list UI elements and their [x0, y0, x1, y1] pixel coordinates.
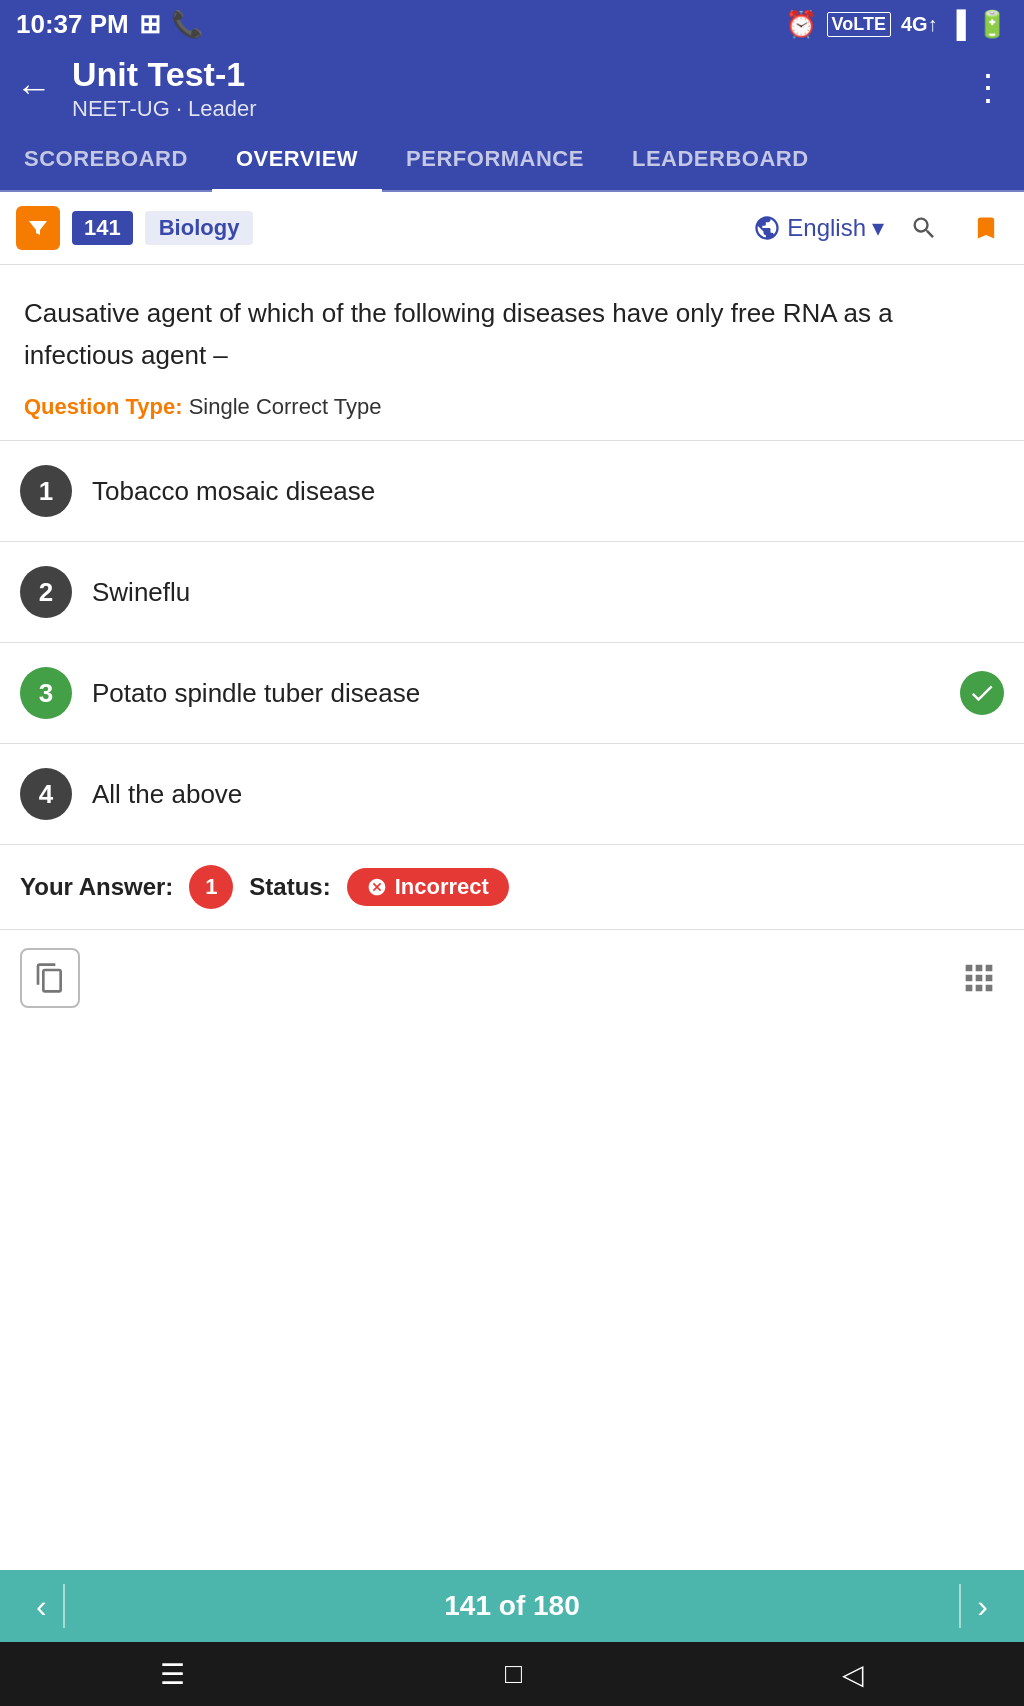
option-2-text: Swineflu — [92, 577, 1004, 608]
tab-scoreboard[interactable]: SCOREBOARD — [0, 128, 212, 190]
copy-button[interactable] — [20, 948, 80, 1008]
android-menu-button[interactable]: ☰ — [130, 1648, 215, 1701]
tab-overview[interactable]: OVERVIEW — [212, 128, 382, 190]
option-2[interactable]: 2 Swineflu — [0, 542, 1024, 643]
bookmark-button[interactable] — [964, 206, 1008, 250]
tab-performance[interactable]: PERFORMANCE — [382, 128, 608, 190]
language-selector[interactable]: English ▾ — [753, 214, 884, 242]
app-bar: ← Unit Test-1 NEET-UG · Leader ⋮ — [0, 48, 1024, 128]
time-display: 10:37 PM — [16, 9, 129, 40]
grid-icon: ⊞ — [139, 9, 161, 40]
tab-leaderboard[interactable]: LEADERBOARD — [608, 128, 833, 190]
answer-row: Your Answer: 1 Status: Incorrect — [0, 845, 1024, 930]
language-label: English — [787, 214, 866, 242]
bookmark-icon — [972, 214, 1000, 242]
filter-bar: 141 Biology English ▾ — [0, 192, 1024, 265]
bottom-spacer — [0, 1026, 1024, 1186]
option-3[interactable]: 3 Potato spindle tuber disease — [0, 643, 1024, 744]
4g-icon: 4G↑ — [901, 13, 938, 36]
app-bar-subtitle: NEET-UG · Leader — [72, 96, 970, 122]
android-back-button[interactable]: ◁ — [812, 1648, 894, 1701]
bottom-navigation: ‹ 141 of 180 › ☰ □ ◁ — [0, 1570, 1024, 1706]
incorrect-status-badge: Incorrect — [347, 868, 509, 906]
checkmark-icon — [968, 679, 996, 707]
x-circle-icon — [367, 877, 387, 897]
volte-icon: VoLTE — [827, 12, 891, 37]
option-1[interactable]: 1 Tobacco mosaic disease — [0, 441, 1024, 542]
status-label: Status: — [249, 873, 330, 901]
question-type-row: Question Type: Single Correct Type — [24, 394, 1000, 420]
question-text: Causative agent of which of the followin… — [24, 293, 1000, 376]
pagination-bar: ‹ 141 of 180 › — [0, 1570, 1024, 1642]
correct-check-icon — [960, 671, 1004, 715]
dropdown-arrow: ▾ — [872, 214, 884, 242]
pagination-text: 141 of 180 — [65, 1590, 960, 1622]
copy-icon — [34, 962, 66, 994]
option-4[interactable]: 4 All the above — [0, 744, 1024, 845]
globe-icon — [753, 214, 781, 242]
funnel-icon — [26, 216, 50, 240]
option-2-number: 2 — [20, 566, 72, 618]
option-1-text: Tobacco mosaic disease — [92, 476, 1004, 507]
option-3-number: 3 — [20, 667, 72, 719]
option-3-text: Potato spindle tuber disease — [92, 678, 960, 709]
question-content: Causative agent of which of the followin… — [0, 265, 1024, 441]
battery-icon: 🔋 — [976, 9, 1008, 40]
more-options-button[interactable]: ⋮ — [970, 67, 1008, 109]
next-button[interactable]: › — [961, 1580, 1004, 1633]
user-answer-badge: 1 — [189, 865, 233, 909]
incorrect-label: Incorrect — [395, 874, 489, 900]
search-icon — [910, 214, 938, 242]
question-type-label: Question Type: — [24, 394, 183, 419]
filter-right: English ▾ — [753, 206, 1008, 250]
prev-button[interactable]: ‹ — [20, 1580, 63, 1633]
alarm-icon: ⏰ — [785, 9, 817, 40]
status-bar-left: 10:37 PM ⊞ 📞 — [16, 9, 203, 40]
option-4-number: 4 — [20, 768, 72, 820]
subject-badge: Biology — [145, 211, 254, 245]
options-list: 1 Tobacco mosaic disease 2 Swineflu 3 Po… — [0, 441, 1024, 845]
option-4-text: All the above — [92, 779, 1004, 810]
search-button[interactable] — [902, 206, 946, 250]
status-bar-right: ⏰ VoLTE 4G↑ ▐ 🔋 — [785, 9, 1008, 40]
action-row — [0, 930, 1024, 1026]
signal-icon: ▐ — [948, 9, 966, 40]
android-nav-bar: ☰ □ ◁ — [0, 1642, 1024, 1706]
grid-options-button[interactable] — [954, 953, 1004, 1003]
back-button[interactable]: ← — [16, 67, 52, 109]
filter-left: 141 Biology — [16, 206, 253, 250]
filter-icon-button[interactable] — [16, 206, 60, 250]
android-home-button[interactable]: □ — [475, 1648, 552, 1700]
question-type-value: Single Correct Type — [189, 394, 382, 419]
app-bar-title-group: Unit Test-1 NEET-UG · Leader — [72, 55, 970, 122]
answer-label: Your Answer: — [20, 873, 173, 901]
grid-icon — [959, 958, 999, 998]
question-number-badge: 141 — [72, 211, 133, 245]
status-bar: 10:37 PM ⊞ 📞 ⏰ VoLTE 4G↑ ▐ 🔋 — [0, 0, 1024, 48]
tabs-bar: SCOREBOARD OVERVIEW PERFORMANCE LEADERBO… — [0, 128, 1024, 192]
phone-icon: 📞 — [171, 9, 203, 40]
app-bar-title: Unit Test-1 — [72, 55, 970, 94]
option-1-number: 1 — [20, 465, 72, 517]
